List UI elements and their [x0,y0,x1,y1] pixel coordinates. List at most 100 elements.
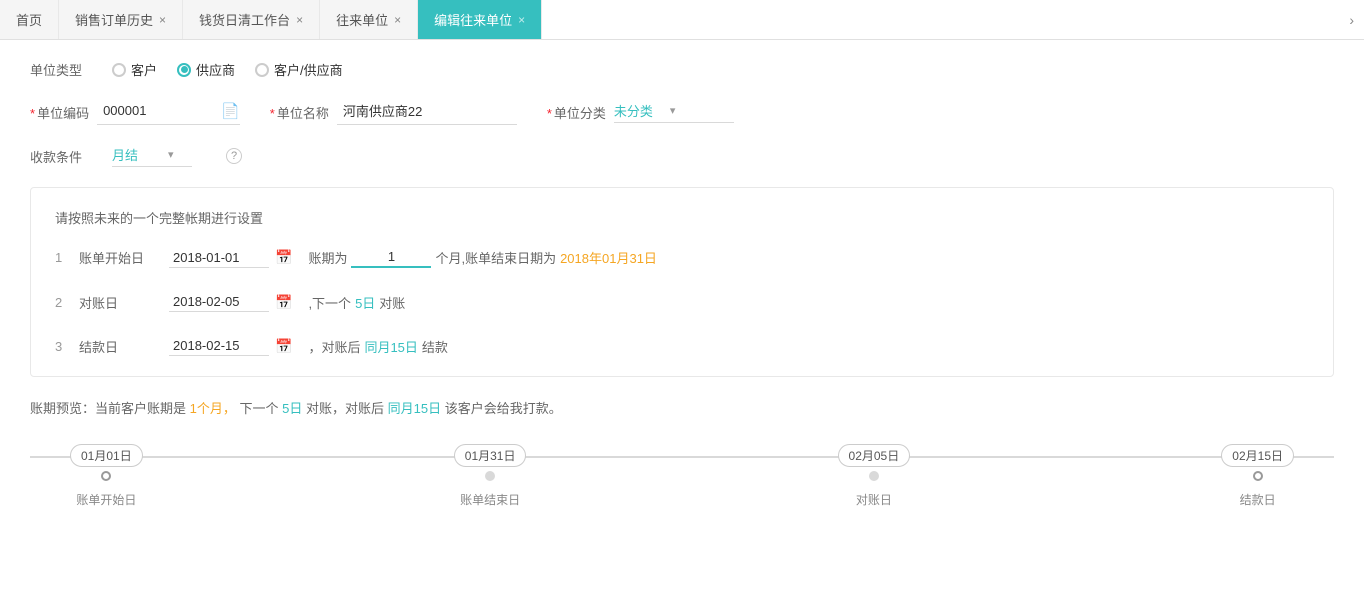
unit-code-input-wrap: 📄 [97,99,240,125]
settings-row-1: 1 账单开始日 📅 账期为 个月,账单结束日期为 2018年01月31日 [55,247,1309,268]
timeline-node-3: 02月05日 对账日 [838,444,911,508]
timeline-sublabel-3: 对账日 [856,491,892,508]
main-content: 单位类型 客户 供应商 客户/供应商 *单位编码 📄 [0,40,1364,608]
preview-highlight-2: 5日 [282,401,302,416]
settle-prefix: ，对账后 [308,337,360,356]
radio-supplier[interactable]: 供应商 [177,60,235,79]
unit-category-group: *单位分类 未分类 ▾ [547,101,734,123]
tab-partners[interactable]: 往来单位 × [320,0,418,39]
tab-home-label: 首页 [16,10,42,29]
unit-category-select[interactable]: 未分类 ▾ [614,101,734,123]
date-input-wrap-1: 📅 [169,248,292,268]
unit-name-input[interactable] [337,99,517,122]
timeline-dot-3 [869,471,879,481]
unit-category-label: *单位分类 [547,103,606,122]
tab-sales-history[interactable]: 销售订单历史 × [59,0,183,39]
timeline-badge-4: 02月15日 [1221,444,1294,467]
settings-box: 请按照未来的一个完整帐期进行设置 1 账单开始日 📅 账期为 个月,账单结束日期… [30,187,1334,377]
reconcile-suffix: 对账 [379,293,405,312]
row-label-3: 结款日 [79,337,169,356]
period-prefix: 账期为 [308,248,347,267]
tab-more-button[interactable]: › [1339,0,1364,39]
unit-type-row: 单位类型 客户 供应商 客户/供应商 [30,60,1334,79]
period-text-2: ,下一个 5日 对账 [308,293,405,312]
radio-both[interactable]: 客户/供应商 [255,60,343,79]
unit-name-input-wrap [337,99,517,125]
period-input[interactable] [351,247,431,268]
date-input-wrap-3: 📅 [169,336,292,356]
unit-type-radio-group: 客户 供应商 客户/供应商 [112,60,343,79]
row-num-1: 1 [55,250,79,265]
unit-info-row: *单位编码 📄 *单位名称 *单位分类 未分类 ▾ [30,99,1334,125]
timeline-node-1: 01月01日 账单开始日 [70,444,143,508]
settle-suffix: 结款 [422,337,448,356]
tab-edit-partner-close[interactable]: × [518,13,525,27]
timeline-wrap: 01月01日 账单开始日 01月31日 账单结束日 02月05日 对账日 02月… [60,444,1304,508]
tabs-bar: 首页 销售订单历史 × 钱货日清工作台 × 往来单位 × 编辑往来单位 × › [0,0,1364,40]
payment-terms-row: 收款条件 月结 ▾ ? [30,145,1334,167]
tab-partners-label: 往来单位 [336,10,388,29]
timeline-badge-3: 02月05日 [838,444,911,467]
row-label-1: 账单开始日 [79,248,169,267]
tab-cashier-close[interactable]: × [296,13,303,27]
timeline-badge-1: 01月01日 [70,444,143,467]
row-num-2: 2 [55,295,79,310]
payment-terms-select[interactable]: 月结 ▾ [112,145,192,167]
unit-type-label: 单位类型 [30,60,82,79]
radio-supplier-circle [177,63,191,77]
tab-home[interactable]: 首页 [0,0,59,39]
tab-partners-close[interactable]: × [394,13,401,27]
tab-sales-history-close[interactable]: × [159,13,166,27]
date-input-wrap-2: 📅 [169,292,292,312]
radio-supplier-label: 供应商 [196,60,235,79]
unit-category-value: 未分类 [614,101,664,120]
preview-prefix: 账期预览：当前客户账期是 [30,401,186,416]
preview-middle-2: 对账，对账后 [306,401,384,416]
period-text-1: 账期为 个月,账单结束日期为 2018年01月31日 [308,247,656,268]
help-icon[interactable]: ? [226,148,242,164]
period-end-date: 2018年01月31日 [560,248,657,267]
date-input-2[interactable] [169,292,269,312]
timeline-sublabel-4: 结款日 [1240,491,1276,508]
preview-section: 账期预览：当前客户账期是 1个月， 下一个 5日 对账，对账后 同月15日 该客… [30,397,1334,508]
timeline-dot-4 [1253,471,1263,481]
timeline-sublabel-1: 账单开始日 [76,491,136,508]
calendar-icon-1[interactable]: 📅 [275,249,292,266]
date-input-1[interactable] [169,248,269,268]
chevron-down-icon: ▾ [670,104,676,117]
unit-name-label: *单位名称 [270,103,329,122]
date-input-3[interactable] [169,336,269,356]
calendar-icon-2[interactable]: 📅 [275,294,292,311]
payment-terms-value: 月结 [112,145,162,164]
timeline-node-2: 01月31日 账单结束日 [454,444,527,508]
chevron-right-icon: › [1349,12,1354,28]
preview-text: 账期预览：当前客户账期是 1个月， 下一个 5日 对账，对账后 同月15日 该客… [30,397,1334,420]
timeline-dot-2 [485,471,495,481]
settings-row-3: 3 结款日 📅 ，对账后 同月15日 结款 [55,336,1309,356]
radio-customer[interactable]: 客户 [112,60,157,79]
tab-edit-partner[interactable]: 编辑往来单位 × [418,0,542,39]
radio-customer-label: 客户 [131,60,157,79]
timeline-container: 01月01日 账单开始日 01月31日 账单结束日 02月05日 对账日 02月… [30,444,1334,508]
unit-code-group: *单位编码 📄 [30,99,240,125]
tab-sales-history-label: 销售订单历史 [75,10,153,29]
payment-terms-label: 收款条件 [30,147,82,166]
tab-edit-partner-label: 编辑往来单位 [434,10,512,29]
preview-highlight-3: 同月15日 [388,401,441,416]
preview-suffix: 该客户会给我打款。 [445,401,562,416]
radio-both-label: 客户/供应商 [274,60,343,79]
row-label-2: 对账日 [79,293,169,312]
reconcile-prefix: ,下一个 [308,293,351,312]
timeline-badge-2: 01月31日 [454,444,527,467]
timeline-dot-1 [101,471,111,481]
tab-cashier-label: 钱货日清工作台 [199,10,290,29]
unit-code-copy-icon[interactable]: 📄 [221,102,240,120]
timeline-node-4: 02月15日 结款日 [1221,444,1294,508]
settings-row-2: 2 对账日 📅 ,下一个 5日 对账 [55,292,1309,312]
radio-both-circle [255,63,269,77]
calendar-icon-3[interactable]: 📅 [275,338,292,355]
preview-middle: 下一个 [240,401,279,416]
tab-cashier[interactable]: 钱货日清工作台 × [183,0,320,39]
unit-name-group: *单位名称 [270,99,517,125]
unit-code-input[interactable] [97,99,217,122]
